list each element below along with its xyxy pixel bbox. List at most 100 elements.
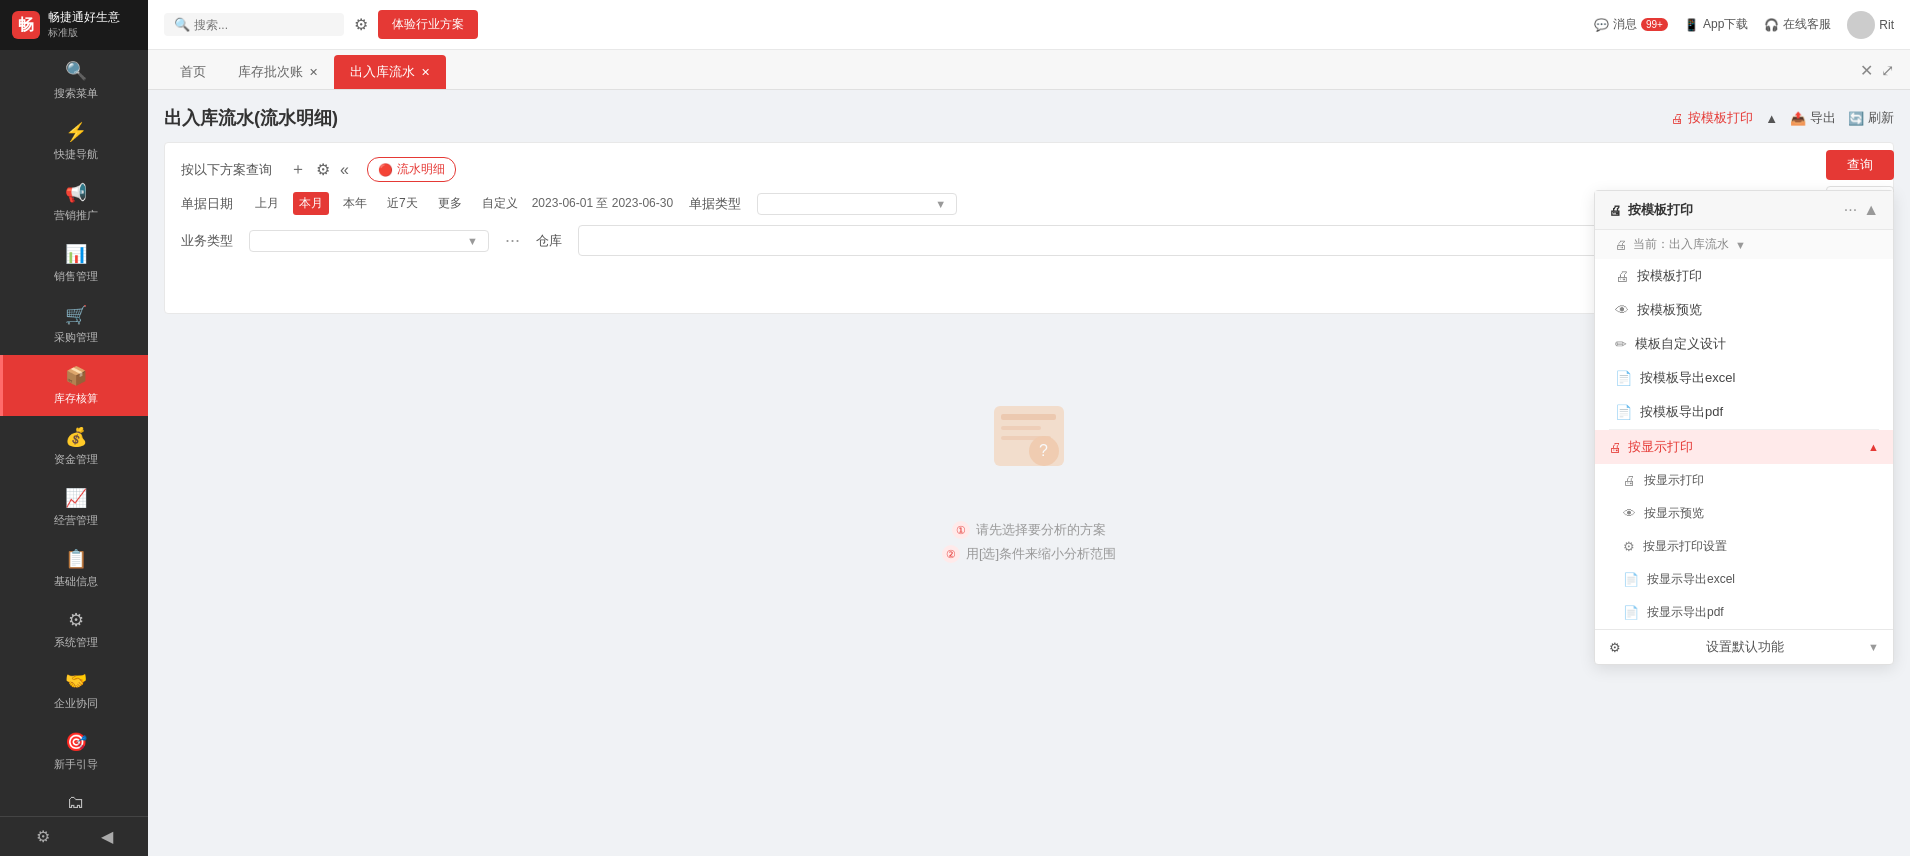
date-filter: 上月 本月 本年 近7天 更多 自定义 2023-06-01 至 2023-06… — [249, 192, 673, 215]
tab-batch-close[interactable]: ✕ — [309, 66, 318, 79]
search-input[interactable] — [194, 18, 324, 32]
template-custom-label: 模板自定义设计 — [1635, 335, 1726, 353]
sidebar-item-shortcut[interactable]: ⚡ 快捷导航 — [0, 111, 148, 172]
filter-row-top: 按以下方案查询 ＋ ⚙ « 🔴 流水明细 — [181, 157, 1877, 182]
topbar-search-box[interactable]: 🔍 — [164, 13, 344, 36]
marketing-icon: 📢 — [65, 182, 87, 204]
date-7days-btn[interactable]: 近7天 — [381, 192, 424, 215]
display-section-icon: 🖨 — [1609, 440, 1622, 455]
trial-button[interactable]: 体验行业方案 — [378, 10, 478, 39]
app-download-action[interactable]: 📱 App下载 — [1684, 16, 1748, 33]
display-print-icon: 🖨 — [1623, 473, 1636, 488]
sidebar-item-sales[interactable]: 📊 销售管理 — [0, 233, 148, 294]
operation-icon: 📈 — [65, 487, 87, 509]
empty-hint-1: ① 请先选择要分析的方案 — [952, 521, 1106, 539]
dropdown-item-display-settings[interactable]: ⚙ 按显示打印设置 — [1595, 530, 1893, 563]
empty-hint-2: ② 用[选]条件来缩小分析范围 — [942, 545, 1116, 563]
doc-type-select[interactable]: ▼ — [757, 193, 957, 215]
finance-icon: 💰 — [65, 426, 87, 448]
doc-type-arrow-icon: ▼ — [935, 198, 946, 210]
display-section-arrow-icon: ▲ — [1868, 441, 1879, 453]
date-this-year-btn[interactable]: 本年 — [337, 192, 373, 215]
dropdown-more-button[interactable]: ··· — [1844, 201, 1857, 219]
display-preview-icon: 👁 — [1623, 506, 1636, 521]
template-preview-label: 按模板预览 — [1637, 301, 1702, 319]
filter-actions-left: ＋ ⚙ « — [288, 157, 351, 182]
filter-add-button[interactable]: ＋ — [288, 157, 308, 182]
sidebar-item-search[interactable]: 🔍 搜索菜单 — [0, 50, 148, 111]
filter-tag[interactable]: 🔴 流水明细 — [367, 157, 456, 182]
sidebar-item-label: 资金管理 — [54, 452, 98, 467]
online-service-action[interactable]: 🎧 在线客服 — [1764, 16, 1831, 33]
print-icon: 🖨 — [1671, 111, 1684, 126]
app-icon: 📱 — [1684, 18, 1699, 32]
footer-icon: ⚙ — [1609, 640, 1621, 655]
dropdown-item-template-print[interactable]: 🖨 按模板打印 — [1595, 259, 1893, 293]
filter-collapse-button[interactable]: « — [338, 159, 351, 181]
message-action[interactable]: 💬 消息 99+ — [1594, 16, 1668, 33]
business-type-more-button[interactable]: ··· — [505, 230, 520, 251]
tab-flow-close[interactable]: ✕ — [421, 66, 430, 79]
logo: 畅 畅捷通好生意 标准版 — [0, 0, 148, 50]
sidebar-item-purchase[interactable]: 🛒 采购管理 — [0, 294, 148, 355]
sidebar-item-guide[interactable]: 🎯 新手引导 — [0, 721, 148, 782]
tab-batch[interactable]: 库存批次账 ✕ — [222, 55, 334, 89]
query-button[interactable]: 查询 — [1826, 150, 1894, 180]
dropdown-item-template-export-excel[interactable]: 📄 按模板导出excel — [1595, 361, 1893, 395]
sidebar-item-coop[interactable]: 🤝 企业协同 — [0, 660, 148, 721]
template-print-label: 按模板打印 — [1637, 267, 1702, 285]
dropdown-item-display-print[interactable]: 🖨 按显示打印 — [1595, 464, 1893, 497]
tabbar: 首页 库存批次账 ✕ 出入库流水 ✕ ✕ ⤢ — [148, 50, 1910, 90]
date-custom-btn[interactable]: 自定义 — [476, 192, 524, 215]
dropdown-item-display-export-excel[interactable]: 📄 按显示导出excel — [1595, 563, 1893, 596]
dropdown-item-display-export-pdf[interactable]: 📄 按显示导出pdf — [1595, 596, 1893, 629]
date-more-btn[interactable]: 更多 — [432, 192, 468, 215]
system-icon: ⚙ — [68, 609, 84, 631]
warehouse-label: 仓库 — [536, 232, 562, 250]
main: 🔍 ⚙ 体验行业方案 💬 消息 99+ 📱 App下载 🎧 在线客服 R — [148, 0, 1910, 856]
sidebar-item-label: 经营管理 — [54, 513, 98, 528]
sidebar-item-apps[interactable]: 🗂 应用中心 — [0, 782, 148, 816]
filter-settings-button[interactable]: ⚙ — [314, 158, 332, 181]
date-this-month-btn[interactable]: 本月 — [293, 192, 329, 215]
tab-expand-button[interactable]: ⤢ — [1881, 60, 1894, 79]
dropdown-collapse-button[interactable]: ▲ — [1863, 201, 1879, 219]
export-action-button[interactable]: 📤 导出 — [1790, 109, 1836, 127]
sidebar-item-basic[interactable]: 📋 基础信息 — [0, 538, 148, 599]
print-action-button[interactable]: 🖨 按模板打印 — [1671, 109, 1753, 127]
tab-flow[interactable]: 出入库流水 ✕ — [334, 55, 446, 89]
display-print-label: 按显示打印 — [1644, 472, 1704, 489]
dropdown-footer[interactable]: ⚙ 设置默认功能 ▼ — [1595, 629, 1893, 664]
topbar-settings-icon[interactable]: ⚙ — [354, 15, 368, 34]
current-label: 🖨 当前：出入库流水 ▼ — [1595, 230, 1893, 259]
logo-icon: 畅 — [12, 11, 40, 39]
sidebar-item-operation[interactable]: 📈 经营管理 — [0, 477, 148, 538]
collapse-sidebar-icon[interactable]: ◀ — [101, 827, 113, 846]
empty-icon: ? — [979, 386, 1079, 505]
sidebar-item-inventory[interactable]: 📦 库存核算 — [0, 355, 148, 416]
dropdown-item-template-custom[interactable]: ✏ 模板自定义设计 — [1595, 327, 1893, 361]
sidebar-item-finance[interactable]: 💰 资金管理 — [0, 416, 148, 477]
tab-home[interactable]: 首页 — [164, 55, 222, 89]
svg-rect-1 — [1001, 414, 1056, 420]
tab-close-all-button[interactable]: ✕ — [1860, 60, 1873, 79]
user-menu[interactable]: Rit — [1847, 11, 1894, 39]
settings-bottom-icon[interactable]: ⚙ — [36, 827, 50, 846]
display-section-label: 按显示打印 — [1628, 438, 1693, 456]
footer-label: 设置默认功能 — [1706, 638, 1784, 656]
sidebar-item-label: 企业协同 — [54, 696, 98, 711]
sidebar-item-system[interactable]: ⚙ 系统管理 — [0, 599, 148, 660]
refresh-action-button[interactable]: 🔄 刷新 — [1848, 109, 1894, 127]
dropdown-item-template-export-pdf[interactable]: 📄 按模板导出pdf — [1595, 395, 1893, 429]
dropdown-sub-header[interactable]: 🖨 按显示打印 ▲ — [1595, 430, 1893, 464]
date-last-month-btn[interactable]: 上月 — [249, 192, 285, 215]
dropdown-header-right: ··· ▲ — [1844, 201, 1879, 219]
expand-action-button[interactable]: ▲ — [1765, 111, 1778, 126]
display-pdf-icon: 📄 — [1623, 605, 1639, 620]
dropdown-item-template-preview[interactable]: 👁 按模板预览 — [1595, 293, 1893, 327]
dropdown-item-display-preview[interactable]: 👁 按显示预览 — [1595, 497, 1893, 530]
business-type-select[interactable]: ▼ — [249, 230, 489, 252]
template-custom-icon: ✏ — [1615, 336, 1627, 352]
date-range: 2023-06-01 至 2023-06-30 — [532, 195, 673, 212]
sidebar-item-marketing[interactable]: 📢 营销推广 — [0, 172, 148, 233]
